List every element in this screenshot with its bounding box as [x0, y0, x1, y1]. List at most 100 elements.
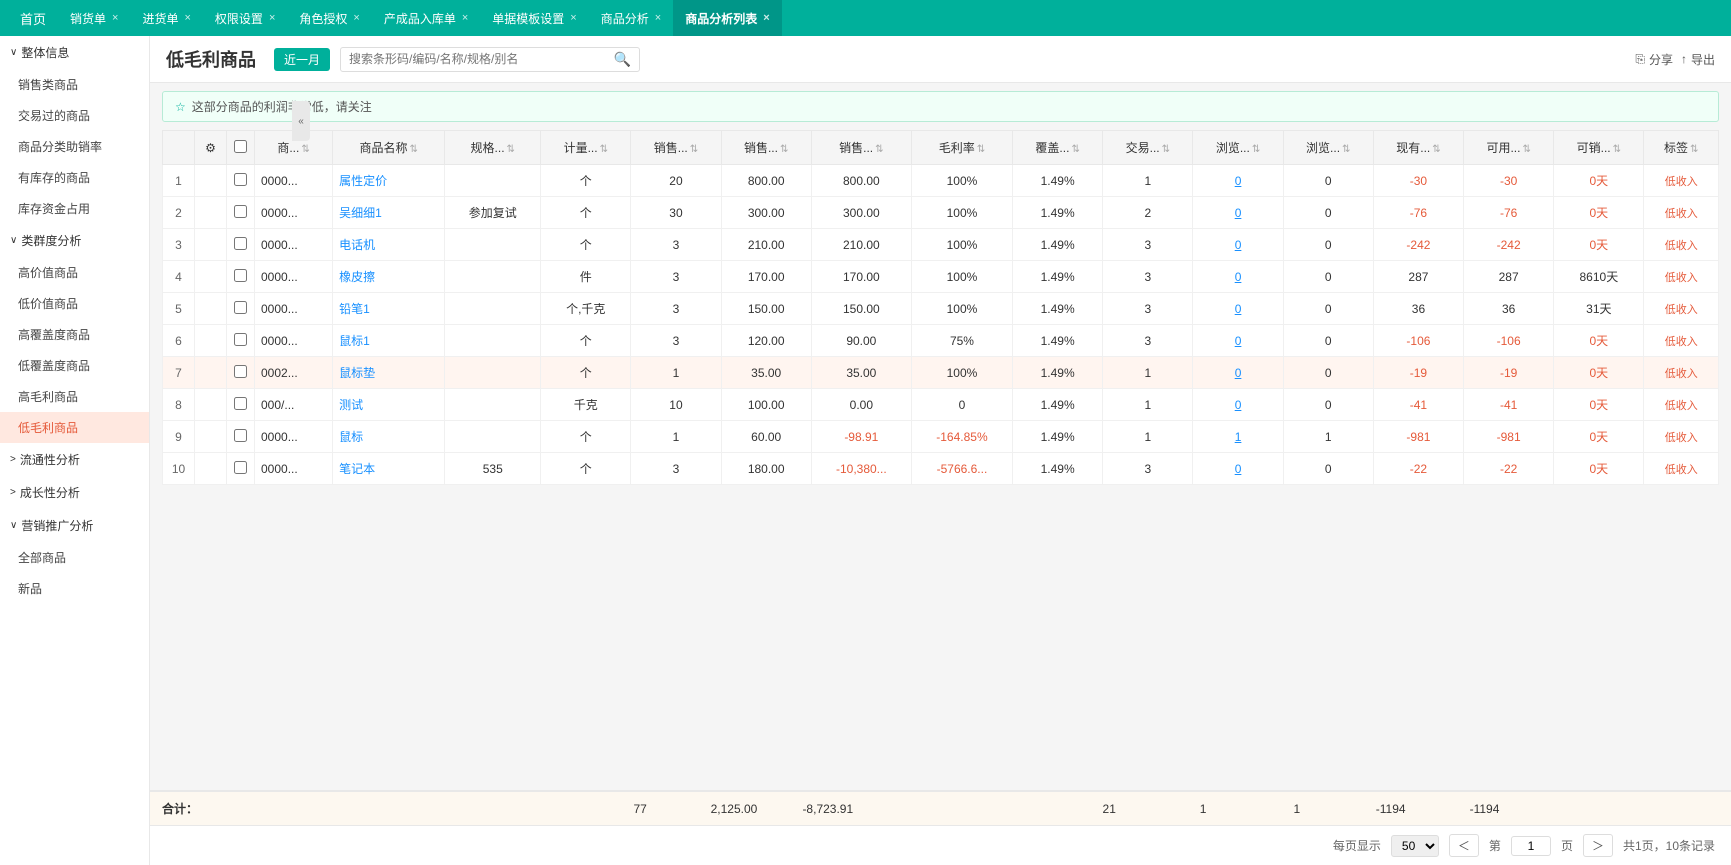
code-cell: 0000... [255, 453, 333, 485]
row-checkbox[interactable] [234, 269, 247, 282]
row-checkbox[interactable] [234, 365, 247, 378]
sidebar-item-stock-capital[interactable]: 库存资金占用 [0, 193, 149, 224]
settings-column-header[interactable]: ⚙ [195, 131, 227, 165]
sales-profit-column-header[interactable]: 销售...⇅ [811, 131, 911, 165]
nav-item-product-analysis[interactable]: 商品分析 × [589, 0, 673, 36]
nav-item-product-analysis-list[interactable]: 商品分析列表 × [673, 0, 781, 36]
checkbox-cell[interactable] [227, 389, 255, 421]
available-cell: -41 [1464, 389, 1554, 421]
close-icon[interactable]: × [763, 12, 769, 24]
browse2-column-header[interactable]: 浏览...⇅ [1283, 131, 1373, 165]
nav-item-purchase[interactable]: 进货单 × [130, 0, 202, 36]
sidebar-collapse-button[interactable]: « [292, 101, 310, 141]
unit-column-header[interactable]: 计量...⇅ [541, 131, 631, 165]
name-cell[interactable]: 吴细细1 [333, 197, 445, 229]
browse1-column-header[interactable]: 浏览...⇅ [1193, 131, 1283, 165]
row-checkbox[interactable] [234, 461, 247, 474]
close-icon[interactable]: × [570, 12, 576, 24]
sidebar-item-all-goods[interactable]: 全部商品 [0, 542, 149, 573]
code-cell: 000/... [255, 389, 333, 421]
row-checkbox[interactable] [234, 397, 247, 410]
sidebar-section-liquidity[interactable]: > 流通性分析 [0, 443, 149, 476]
sidebar-section-overall[interactable]: ∨ 整体信息 [0, 36, 149, 69]
period-button[interactable]: 近一月 [274, 48, 330, 71]
sales-amount-column-header[interactable]: 销售...⇅ [721, 131, 811, 165]
checkbox-cell[interactable] [227, 229, 255, 261]
checkbox-cell[interactable] [227, 453, 255, 485]
close-icon[interactable]: × [112, 12, 118, 24]
spec-column-header[interactable]: 规格...⇅ [445, 131, 541, 165]
row-checkbox[interactable] [234, 205, 247, 218]
sidebar-item-stocked-goods[interactable]: 有库存的商品 [0, 162, 149, 193]
name-cell[interactable]: 铅笔1 [333, 293, 445, 325]
nav-item-product-entry[interactable]: 产成品入库单 × [372, 0, 480, 36]
checkbox-column-header[interactable] [227, 131, 255, 165]
settings-cell [195, 357, 227, 389]
next-page-button[interactable]: ＞ [1583, 834, 1613, 857]
page-size-label: 每页显示 [1333, 837, 1381, 854]
sidebar-item-traded-goods[interactable]: 交易过的商品 [0, 100, 149, 131]
export-button[interactable]: ↑ 导出 [1681, 51, 1715, 68]
sales-count-column-header[interactable]: 销售...⇅ [631, 131, 721, 165]
name-column-header[interactable]: 商品名称⇅ [333, 131, 445, 165]
coverage-column-header[interactable]: 覆盖...⇅ [1013, 131, 1103, 165]
sales-profit-cell: -98.91 [811, 421, 911, 453]
row-checkbox[interactable] [234, 301, 247, 314]
checkbox-cell[interactable] [227, 293, 255, 325]
nav-item-role-auth[interactable]: 角色授权 × [287, 0, 371, 36]
row-checkbox[interactable] [234, 237, 247, 250]
sidebar-item-low-margin[interactable]: 低毛利商品 [0, 412, 149, 443]
search-input[interactable] [349, 52, 614, 66]
sidebar-item-low-value[interactable]: 低价值商品 [0, 288, 149, 319]
checkbox-cell[interactable] [227, 421, 255, 453]
search-icon[interactable]: 🔍 [614, 51, 631, 68]
nav-item-sales[interactable]: 销货单 × [58, 0, 130, 36]
current-stock-column-header[interactable]: 现有...⇅ [1373, 131, 1463, 165]
name-cell[interactable]: 橡皮擦 [333, 261, 445, 293]
checkbox-cell[interactable] [227, 165, 255, 197]
close-icon[interactable]: × [655, 12, 661, 24]
sidebar-item-sales-goods[interactable]: 销售类商品 [0, 69, 149, 100]
available-cell: -30 [1464, 165, 1554, 197]
name-cell[interactable]: 测试 [333, 389, 445, 421]
checkbox-cell[interactable] [227, 261, 255, 293]
gross-margin-column-header[interactable]: 毛利率⇅ [911, 131, 1012, 165]
sidebar-item-high-value[interactable]: 高价值商品 [0, 257, 149, 288]
page-number-input[interactable] [1511, 836, 1551, 856]
sidebar-item-high-coverage[interactable]: 高覆盖度商品 [0, 319, 149, 350]
name-cell[interactable]: 鼠标垫 [333, 357, 445, 389]
sidebar-item-high-margin[interactable]: 高毛利商品 [0, 381, 149, 412]
nav-item-permissions[interactable]: 权限设置 × [203, 0, 287, 36]
name-cell[interactable]: 属性定价 [333, 165, 445, 197]
share-button[interactable]: ⎘ 分享 [1635, 51, 1673, 68]
name-cell[interactable]: 笔记本 [333, 453, 445, 485]
transaction-column-header[interactable]: 交易...⇅ [1103, 131, 1193, 165]
available-column-header[interactable]: 可用...⇅ [1464, 131, 1554, 165]
sidebar-item-category-rate[interactable]: 商品分类助销率 [0, 131, 149, 162]
close-icon[interactable]: × [462, 12, 468, 24]
nav-item-template[interactable]: 单据模板设置 × [480, 0, 588, 36]
nav-item-home[interactable]: 首页 [8, 0, 58, 36]
sellable-column-header[interactable]: 可销...⇅ [1554, 131, 1644, 165]
close-icon[interactable]: × [184, 12, 190, 24]
prev-page-button[interactable]: ＜ [1449, 834, 1479, 857]
sidebar-item-new-goods[interactable]: 新品 [0, 573, 149, 604]
row-checkbox[interactable] [234, 429, 247, 442]
checkbox-cell[interactable] [227, 357, 255, 389]
row-checkbox[interactable] [234, 333, 247, 346]
sidebar-section-cluster[interactable]: ∨ 类群度分析 [0, 224, 149, 257]
select-all-checkbox[interactable] [234, 140, 247, 153]
checkbox-cell[interactable] [227, 197, 255, 229]
page-size-select[interactable]: 50 [1391, 835, 1439, 857]
name-cell[interactable]: 电话机 [333, 229, 445, 261]
tag-column-header[interactable]: 标签⇅ [1644, 131, 1719, 165]
sidebar-item-low-coverage[interactable]: 低覆盖度商品 [0, 350, 149, 381]
sidebar-section-growth[interactable]: > 成长性分析 [0, 476, 149, 509]
close-icon[interactable]: × [269, 12, 275, 24]
name-cell[interactable]: 鼠标1 [333, 325, 445, 357]
close-icon[interactable]: × [353, 12, 359, 24]
row-checkbox[interactable] [234, 173, 247, 186]
checkbox-cell[interactable] [227, 325, 255, 357]
sidebar-section-marketing[interactable]: ∨ 营销推广分析 [0, 509, 149, 542]
name-cell[interactable]: 鼠标 [333, 421, 445, 453]
